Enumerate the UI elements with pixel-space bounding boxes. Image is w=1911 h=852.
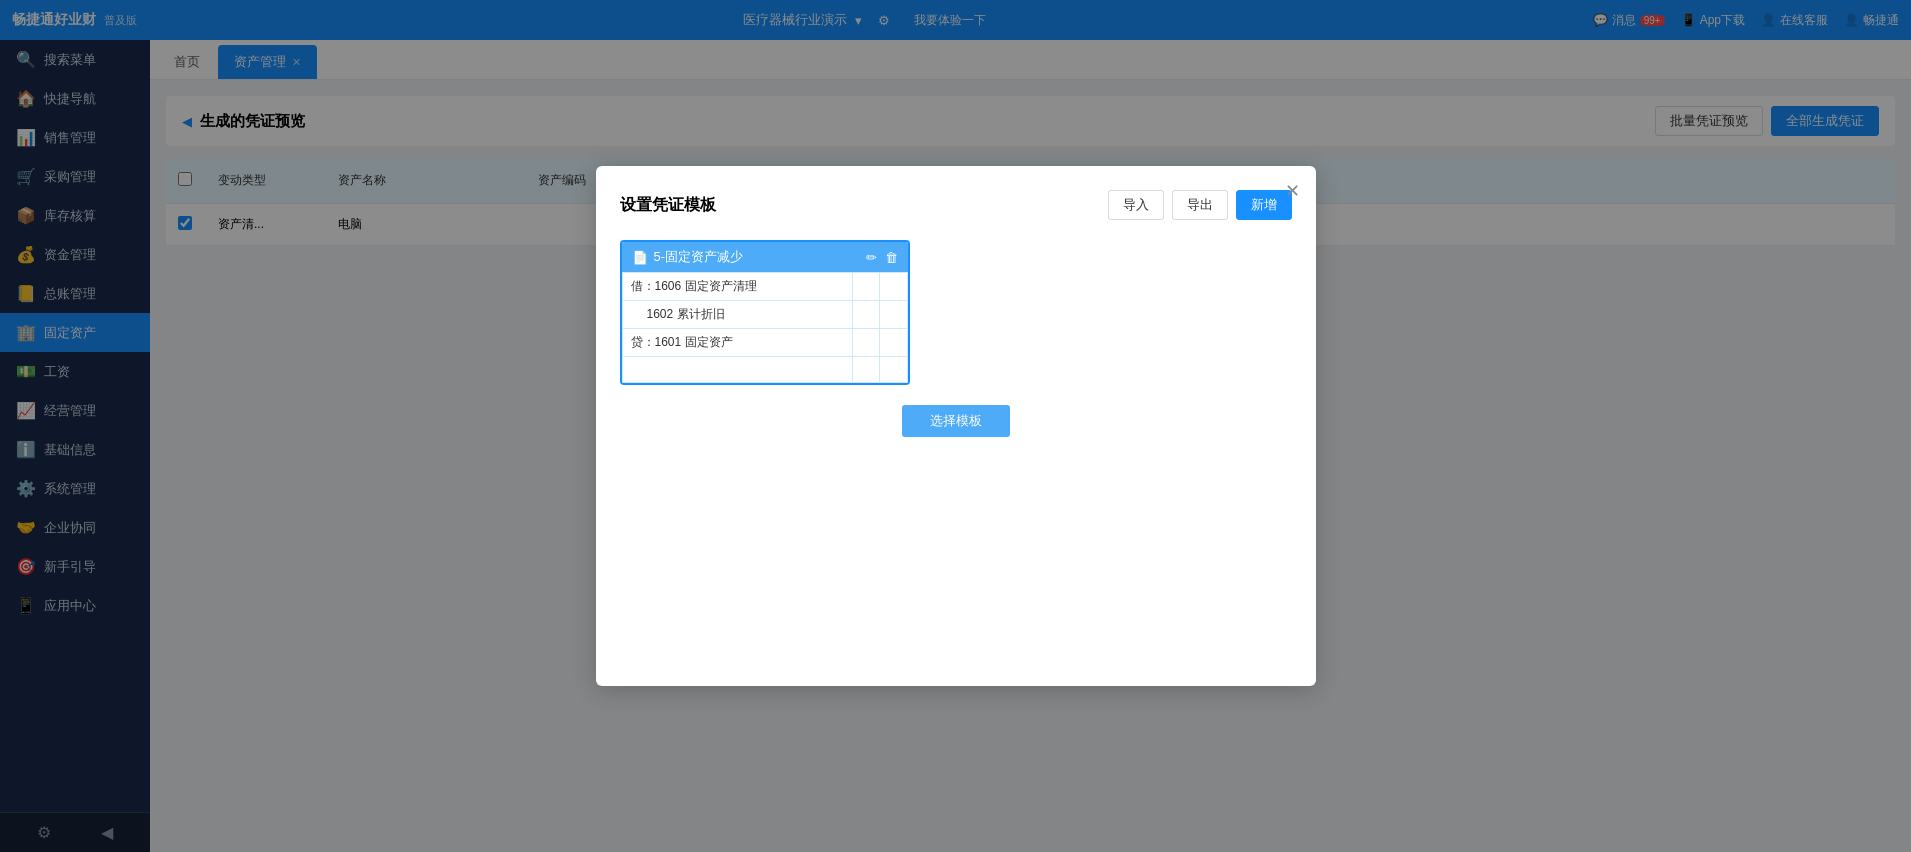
select-template-container: 选择模板 bbox=[620, 405, 1292, 437]
modal-title: 设置凭证模板 bbox=[620, 195, 716, 216]
template-doc-icon: 📄 bbox=[632, 250, 648, 265]
entry3-type: 贷：1601 固定资产 bbox=[622, 329, 852, 357]
empty-cell3 bbox=[880, 357, 907, 383]
entry2-type: 1602 累计折旧 bbox=[622, 301, 852, 329]
template-entry-row-1: 借：1606 固定资产清理 bbox=[622, 273, 907, 301]
template-entry-row-empty bbox=[622, 357, 907, 383]
template-entry-row-2: 1602 累计折旧 bbox=[622, 301, 907, 329]
modal-header: 设置凭证模板 导入 导出 新增 bbox=[620, 190, 1292, 220]
entry1-credit bbox=[880, 273, 907, 301]
modal-overlay: 设置凭证模板 导入 导出 新增 ✕ 📄 5-固定资产减少 ✏ 🗑 bbox=[0, 0, 1911, 852]
template-entries-table: 借：1606 固定资产清理 1602 累计折旧 贷：1601 固定资产 bbox=[622, 272, 908, 383]
entry2-credit bbox=[880, 301, 907, 329]
export-btn[interactable]: 导出 bbox=[1172, 190, 1228, 220]
entry3-credit bbox=[880, 329, 907, 357]
delete-icon[interactable]: 🗑 bbox=[885, 250, 898, 265]
entry1-debit bbox=[852, 273, 879, 301]
entry3-debit bbox=[852, 329, 879, 357]
template-header-icons: ✏ 🗑 bbox=[866, 250, 898, 265]
template-entry-row-3: 贷：1601 固定资产 bbox=[622, 329, 907, 357]
template-full-label: 5-固定资产减少 bbox=[654, 248, 744, 266]
modal-action-buttons: 导入 导出 新增 bbox=[1108, 190, 1292, 220]
template-header-left: 📄 5-固定资产减少 bbox=[632, 248, 744, 266]
template-card-header: 📄 5-固定资产减少 ✏ 🗑 bbox=[622, 242, 908, 272]
edit-icon[interactable]: ✏ bbox=[866, 250, 877, 265]
modal-set-template: 设置凭证模板 导入 导出 新增 ✕ 📄 5-固定资产减少 ✏ 🗑 bbox=[596, 166, 1316, 686]
empty-cell2 bbox=[852, 357, 879, 383]
select-template-btn[interactable]: 选择模板 bbox=[902, 405, 1010, 437]
entry2-debit bbox=[852, 301, 879, 329]
new-btn[interactable]: 新增 bbox=[1236, 190, 1292, 220]
empty-cell1 bbox=[622, 357, 852, 383]
entry1-type: 借：1606 固定资产清理 bbox=[622, 273, 852, 301]
import-btn[interactable]: 导入 bbox=[1108, 190, 1164, 220]
modal-close-btn[interactable]: ✕ bbox=[1285, 182, 1300, 200]
template-card: 📄 5-固定资产减少 ✏ 🗑 借：1606 固定资产清理 1602 累计折旧 bbox=[620, 240, 910, 385]
